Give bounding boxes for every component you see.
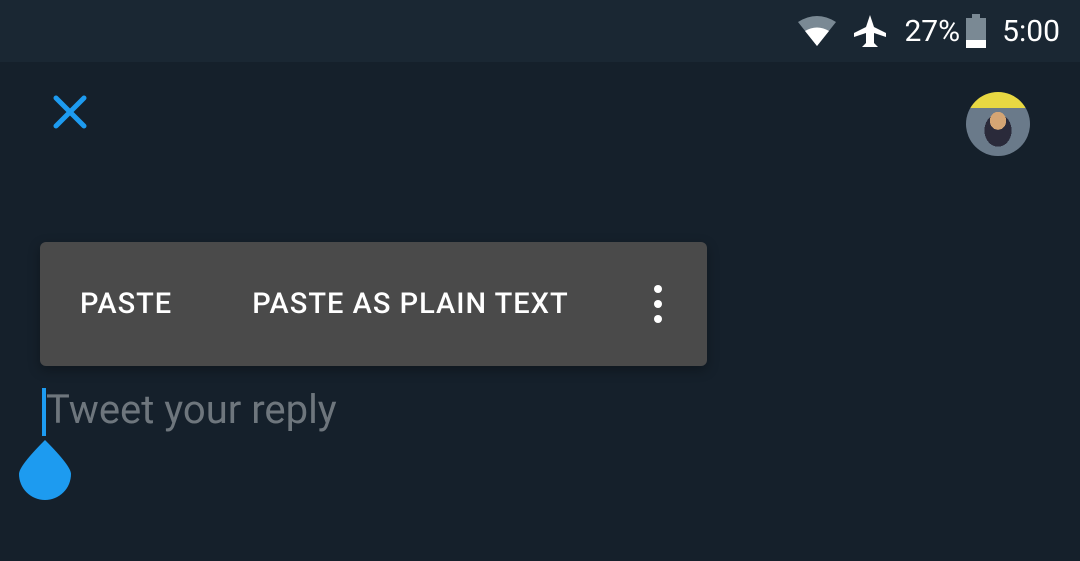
clock: 5:00 [1002,14,1060,49]
paste-as-plain-text-button[interactable]: PASTE AS PLAIN TEXT [212,287,608,321]
compose-screen: PASTE PASTE AS PLAIN TEXT Tweet your rep… [0,62,1080,561]
paste-button[interactable]: PASTE [40,287,212,321]
more-vertical-icon [654,285,662,323]
status-bar: 27% 5:00 [0,0,1080,62]
close-button[interactable] [50,92,90,132]
wifi-icon [798,16,836,46]
battery-icon [966,14,986,48]
text-cursor [42,388,46,436]
context-menu-more-button[interactable] [609,285,707,323]
compose-placeholder: Tweet your reply [42,386,1030,433]
context-menu: PASTE PASTE AS PLAIN TEXT [40,242,707,366]
compose-input[interactable]: Tweet your reply [42,386,1030,433]
battery-section: 27% [904,14,986,49]
airplane-icon [852,13,888,49]
battery-percent-label: 27% [904,14,960,49]
close-icon [50,92,90,132]
avatar[interactable] [966,92,1030,156]
text-selection-handle[interactable] [19,440,71,500]
compose-area[interactable]: Tweet your reply [42,386,1030,433]
